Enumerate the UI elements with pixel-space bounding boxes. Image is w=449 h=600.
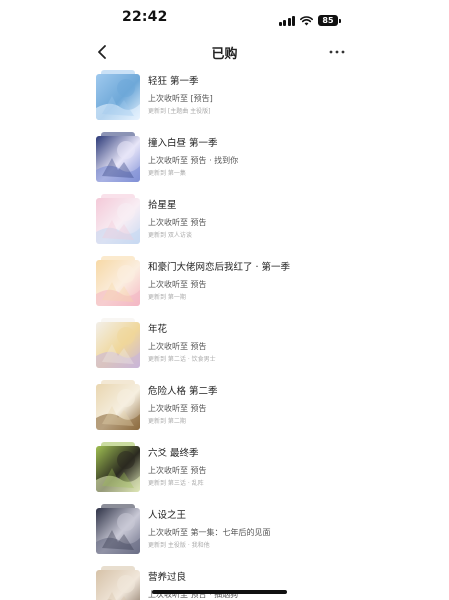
list-item[interactable]: 和豪门大佬网恋后我红了 · 第一季 上次收听至 预告 更新到 第一期 bbox=[94, 254, 354, 314]
list-item[interactable]: 拾星星 上次收听至 预告 更新到 双人访谈 bbox=[94, 192, 354, 252]
item-last-listened: 上次收听至 第一集：七年后的见面 bbox=[148, 528, 271, 537]
item-title: 轻狂 第一季 bbox=[148, 76, 199, 87]
item-info: 六爻 最终季 上次收听至 预告 更新到 第三话 · 乱阵 bbox=[148, 447, 358, 488]
item-title: 和豪门大佬网恋后我红了 · 第一季 bbox=[148, 262, 291, 273]
item-title: 营养过良 bbox=[148, 572, 187, 583]
status-icons: 85 bbox=[278, 11, 341, 30]
item-update: 更新到 双人访谈 bbox=[148, 232, 192, 239]
album-cover bbox=[94, 442, 142, 494]
item-title: 撞入白昼 第一季 bbox=[148, 138, 218, 149]
cover-image bbox=[96, 384, 140, 430]
item-update: 更新到 第一期 bbox=[148, 294, 186, 301]
item-update: 更新到 第一集 bbox=[148, 170, 186, 177]
item-title: 拾星星 bbox=[148, 200, 177, 211]
item-update: 更新到 第二期 bbox=[148, 418, 186, 425]
item-last-listened: 上次收听至 预告 bbox=[148, 280, 207, 289]
item-title: 年花 bbox=[148, 324, 168, 335]
list-item[interactable]: 人设之王 上次收听至 第一集：七年后的见面 更新到 主役版 · 我和他 bbox=[94, 502, 354, 562]
item-info: 年花 上次收听至 预告 更新到 第二话 · 饮食男士 bbox=[148, 323, 358, 364]
album-cover bbox=[94, 504, 142, 556]
album-cover bbox=[94, 256, 142, 308]
album-cover bbox=[94, 194, 142, 246]
item-last-listened: 上次收听至 预告 bbox=[148, 342, 207, 351]
list-item[interactable]: 危险人格 第二季 上次收听至 预告 更新到 第二期 bbox=[94, 378, 354, 438]
status-bar: 22:42 85 bbox=[0, 0, 449, 34]
item-update: 更新到 主役版 · 我和他 bbox=[148, 542, 210, 549]
item-last-listened: 上次收听至 预告 bbox=[148, 218, 207, 227]
cover-image bbox=[96, 446, 140, 492]
item-title: 人设之王 bbox=[148, 510, 187, 521]
cover-image bbox=[96, 322, 140, 368]
list-item[interactable]: 营养过良 上次收听至 预告 · 抽烟狗 bbox=[94, 564, 354, 600]
battery-icon: 85 bbox=[318, 15, 341, 26]
wifi-icon bbox=[300, 11, 313, 30]
status-time: 22:42 bbox=[122, 9, 168, 25]
album-cover bbox=[94, 566, 142, 600]
item-info: 营养过良 上次收听至 预告 · 抽烟狗 bbox=[148, 571, 358, 600]
item-info: 拾星星 上次收听至 预告 更新到 双人访谈 bbox=[148, 199, 358, 240]
more-dots-icon bbox=[329, 50, 345, 54]
cover-image bbox=[96, 260, 140, 306]
cover-image bbox=[96, 198, 140, 244]
list-item[interactable]: 轻狂 第一季 上次收听至 [预告] 更新到 [主题曲 主役版] bbox=[94, 68, 354, 128]
more-button[interactable] bbox=[327, 42, 347, 62]
list-item[interactable]: 年花 上次收听至 预告 更新到 第二话 · 饮食男士 bbox=[94, 316, 354, 376]
item-update: 更新到 [主题曲 主役版] bbox=[148, 108, 211, 115]
page-title: 已购 bbox=[211, 47, 238, 62]
item-update: 更新到 第二话 · 饮食男士 bbox=[148, 356, 216, 363]
item-update: 更新到 第三话 · 乱阵 bbox=[148, 480, 204, 487]
cover-image bbox=[96, 508, 140, 554]
item-last-listened: 上次收听至 [预告] bbox=[148, 94, 213, 103]
item-info: 轻狂 第一季 上次收听至 [预告] 更新到 [主题曲 主役版] bbox=[148, 75, 358, 116]
item-title: 六爻 最终季 bbox=[148, 448, 199, 459]
cover-image bbox=[96, 136, 140, 182]
nav-bar: 已购 bbox=[0, 38, 449, 66]
item-last-listened: 上次收听至 预告 bbox=[148, 404, 207, 413]
album-cover bbox=[94, 70, 142, 122]
home-indicator bbox=[152, 590, 287, 594]
item-info: 撞入白昼 第一季 上次收听至 预告 · 找到你 更新到 第一集 bbox=[148, 137, 358, 178]
list-item[interactable]: 撞入白昼 第一季 上次收听至 预告 · 找到你 更新到 第一集 bbox=[94, 130, 354, 190]
cover-image bbox=[96, 570, 140, 600]
album-cover bbox=[94, 380, 142, 432]
list-item[interactable]: 六爻 最终季 上次收听至 预告 更新到 第三话 · 乱阵 bbox=[94, 440, 354, 500]
item-title: 危险人格 第二季 bbox=[148, 386, 218, 397]
item-last-listened: 上次收听至 预告 bbox=[148, 466, 207, 475]
item-last-listened: 上次收听至 预告 · 找到你 bbox=[148, 156, 239, 165]
item-info: 和豪门大佬网恋后我红了 · 第一季 上次收听至 预告 更新到 第一期 bbox=[148, 261, 358, 302]
album-cover bbox=[94, 132, 142, 184]
item-info: 人设之王 上次收听至 第一集：七年后的见面 更新到 主役版 · 我和他 bbox=[148, 509, 358, 550]
album-cover bbox=[94, 318, 142, 370]
cellular-signal-icon bbox=[278, 15, 295, 26]
item-info: 危险人格 第二季 上次收听至 预告 更新到 第二期 bbox=[148, 385, 358, 426]
cover-image bbox=[96, 74, 140, 120]
